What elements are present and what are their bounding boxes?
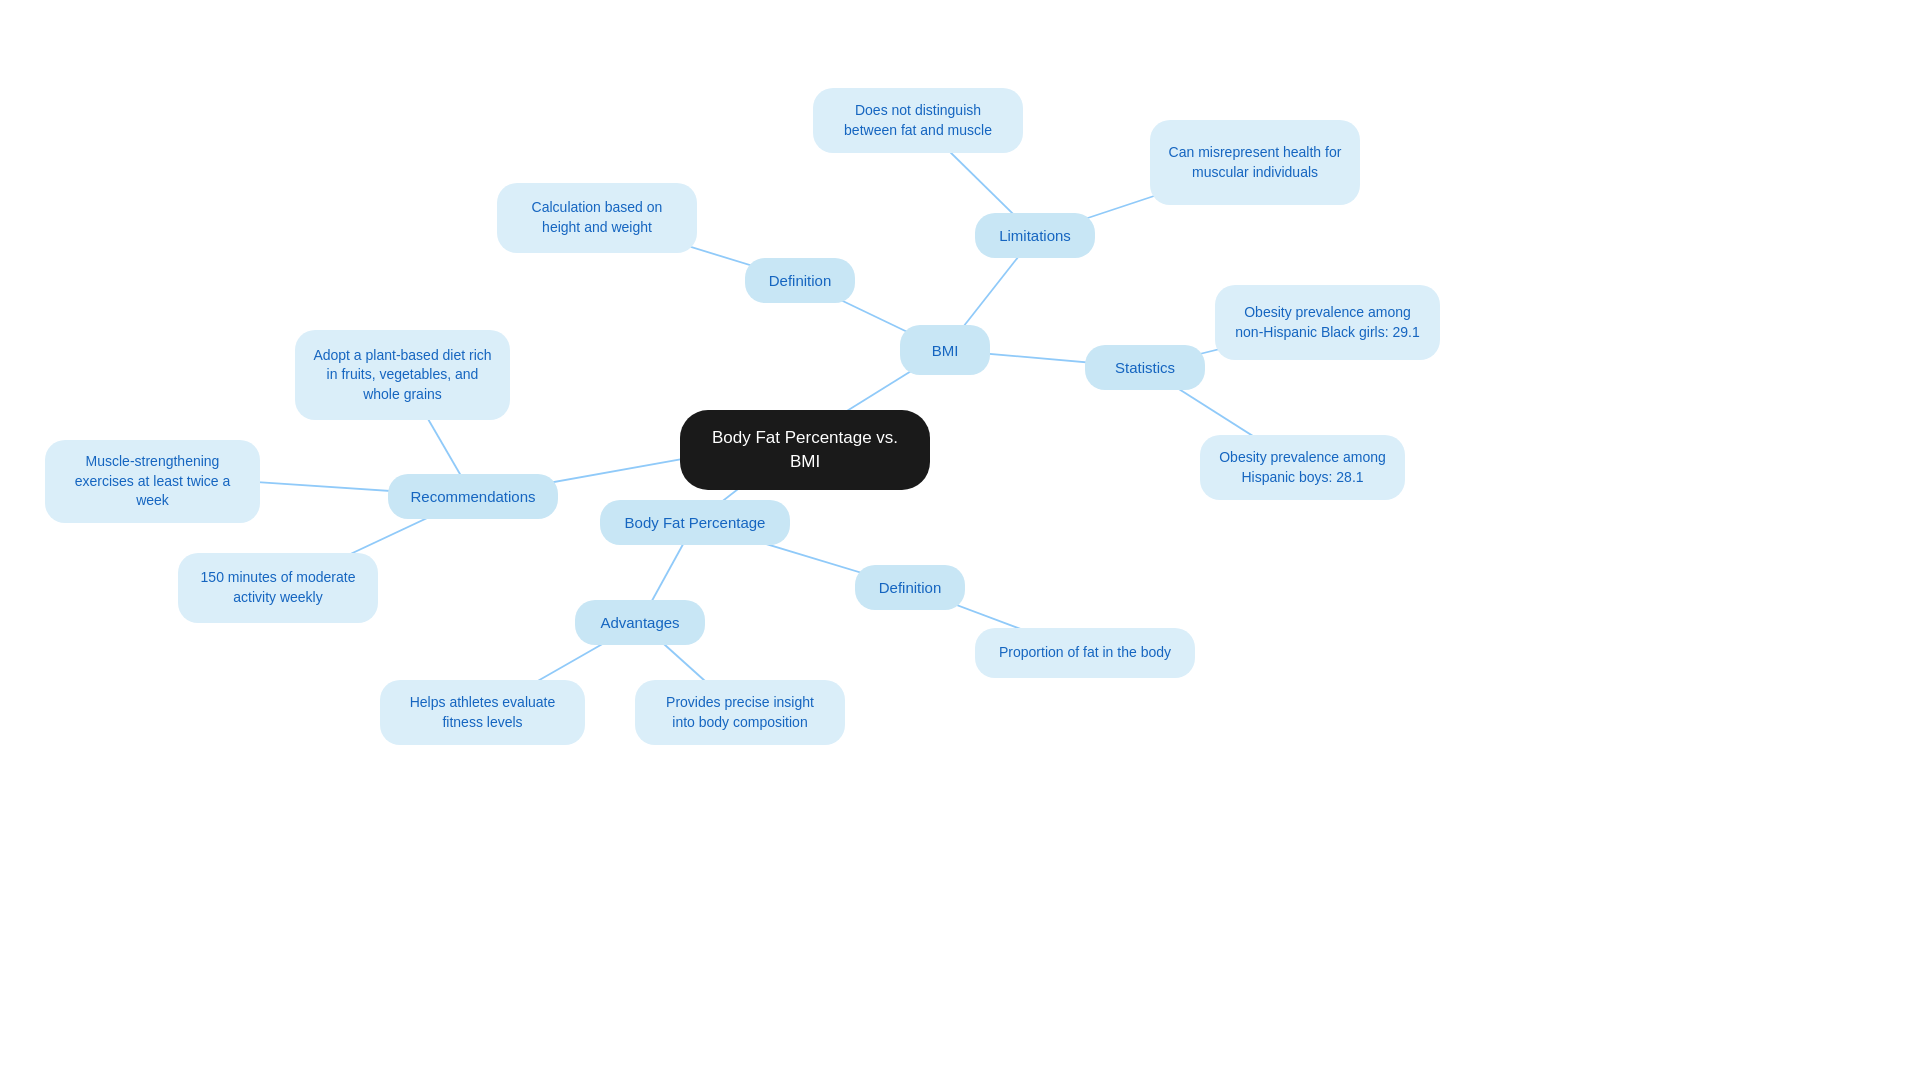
node-rec_leaf1[interactable]: Adopt a plant-based diet rich in fruits,… [295,330,510,420]
node-central[interactable]: Body Fat Percentage vs. BMI [680,410,930,490]
node-bmi_limitations[interactable]: Limitations [975,213,1095,258]
node-bfp_adv_leaf1[interactable]: Helps athletes evaluate fitness levels [380,680,585,745]
node-rec_leaf2[interactable]: Muscle-strengthening exercises at least … [45,440,260,523]
node-bfp_definition[interactable]: Definition [855,565,965,610]
node-bmi_lim_leaf2[interactable]: Can misrepresent health for muscular ind… [1150,120,1360,205]
node-bfp_adv_leaf2[interactable]: Provides precise insight into body compo… [635,680,845,745]
node-bmi_definition[interactable]: Definition [745,258,855,303]
mind-map: Body Fat Percentage vs. BMI BMI Definition… [0,0,1920,1083]
node-bfp_def_leaf[interactable]: Proportion of fat in the body [975,628,1195,678]
connections-svg [0,0,1920,1083]
node-bmi_lim_leaf1[interactable]: Does not distinguish between fat and mus… [813,88,1023,153]
node-bmi_stat_leaf2[interactable]: Obesity prevalence among Hispanic boys: … [1200,435,1405,500]
node-bfp[interactable]: Body Fat Percentage [600,500,790,545]
node-bmi_def_leaf[interactable]: Calculation based on height and weight [497,183,697,253]
node-bmi[interactable]: BMI [900,325,990,375]
node-bmi_stat_leaf1[interactable]: Obesity prevalence among non-Hispanic Bl… [1215,285,1440,360]
node-recommendations[interactable]: Recommendations [388,474,558,519]
node-bmi_statistics[interactable]: Statistics [1085,345,1205,390]
node-rec_leaf3[interactable]: 150 minutes of moderate activity weekly [178,553,378,623]
node-bfp_advantages[interactable]: Advantages [575,600,705,645]
